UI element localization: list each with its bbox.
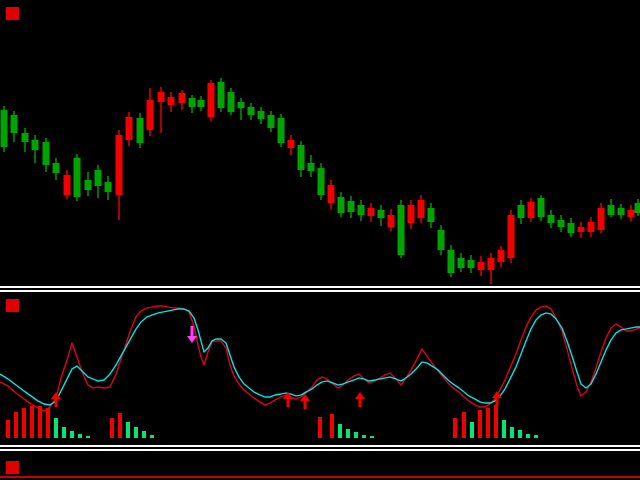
momentum-histogram — [6, 405, 538, 438]
subwindow-marker — [6, 461, 19, 474]
oscillator-fast-cyan-line — [0, 308, 640, 406]
trading-chart-window — [0, 0, 640, 480]
oscillator-slow-red-line — [0, 305, 640, 412]
pane-separator-line[interactable] — [0, 449, 640, 451]
subwindow-marker — [6, 7, 19, 20]
subwindow-marker — [6, 299, 19, 312]
pane-separator-line[interactable] — [0, 290, 640, 292]
buy-signal-arrow-icon — [355, 392, 365, 399]
pane-separator-line[interactable] — [0, 286, 640, 288]
pane-separator-line[interactable] — [0, 445, 640, 447]
chart-canvas[interactable] — [0, 0, 640, 480]
price-candles — [0, 78, 640, 284]
bottom-border-line — [0, 476, 640, 478]
sell-signal-arrow-icon — [187, 336, 197, 343]
